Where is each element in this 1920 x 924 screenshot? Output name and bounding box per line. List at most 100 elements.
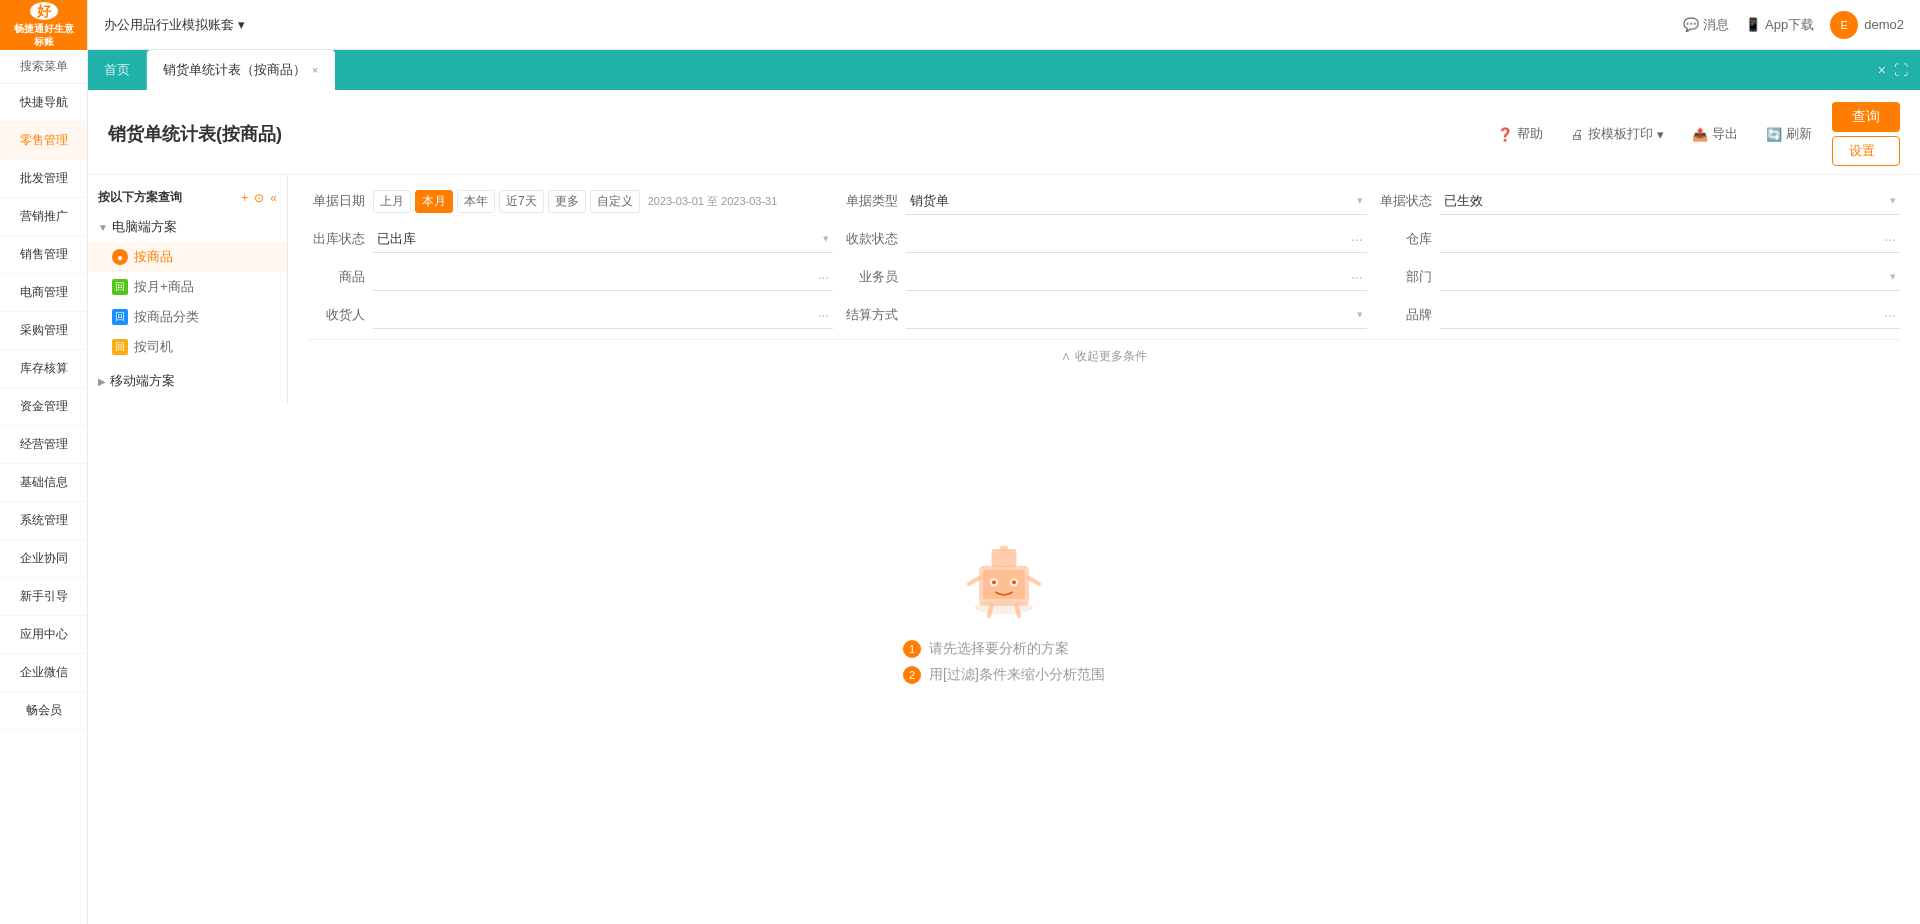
add-scheme-icon[interactable]: + — [241, 191, 248, 205]
refresh-button[interactable]: 🔄 刷新 — [1758, 121, 1820, 147]
collapse-panel-icon[interactable]: « — [270, 191, 277, 205]
main-area: 办公用品行业模拟账套 ▾ 💬 消息 📱 App下载 E demo2 首页 — [88, 0, 1920, 924]
collapse-icon: ∧ — [1061, 349, 1071, 363]
sidebar-item-sales[interactable]: 销售管理 — [0, 236, 87, 274]
filter-row-1: 单据日期 上月 本月 本年 近7天 更多 自定义 2023-03-01 至 20… — [308, 187, 1900, 215]
tab-home[interactable]: 首页 — [88, 50, 147, 90]
settings-button[interactable]: 设置 — [1832, 136, 1900, 166]
scheme-by-month-goods[interactable]: 回 按月+商品 — [88, 272, 287, 302]
message-button[interactable]: 💬 消息 — [1683, 16, 1729, 34]
date-btn-this-month[interactable]: 本月 — [415, 190, 453, 213]
left-panel-header: 按以下方案查询 + ⊙ « — [88, 183, 287, 212]
empty-state-container: 1 请先选择要分析的方案 2 用[过滤]条件来缩小分析范围 — [88, 404, 1920, 804]
marketing-label: 营销推广 — [20, 209, 68, 223]
svg-line-9 — [969, 578, 979, 584]
brand-label: 品牌 — [1375, 306, 1440, 324]
sidebar-item-member[interactable]: 畅会员 — [0, 692, 87, 730]
sidebar-item-basic[interactable]: 基础信息 — [0, 464, 87, 502]
tip1-text: 请先选择要分析的方案 — [929, 640, 1069, 658]
warehouse-control[interactable]: 已出库 ▾ — [373, 225, 833, 253]
storage-control[interactable]: ··· — [1440, 225, 1900, 253]
salesperson-more-icon: ··· — [1351, 269, 1363, 285]
date-btn-last-month[interactable]: 上月 — [373, 190, 411, 213]
sidebar-item-inventory[interactable]: 库存核算 — [0, 350, 87, 388]
print-button[interactable]: 🖨 按模板打印 ▾ — [1563, 121, 1672, 147]
scheme-icon-goods: ● — [112, 249, 128, 265]
settlement-arrow: ▾ — [1357, 308, 1363, 321]
scheme-by-driver[interactable]: 回 按司机 — [88, 332, 287, 362]
scheme-by-goods[interactable]: ● 按商品 — [88, 242, 287, 272]
brand-control[interactable]: ··· — [1440, 301, 1900, 329]
content-area: 销货单统计表(按商品) ❓ 帮助 🖨 按模板打印 ▾ 📤 导出 — [88, 90, 1920, 924]
user-info[interactable]: E demo2 — [1830, 11, 1904, 39]
sidebar-item-guide[interactable]: 新手引导 — [0, 578, 87, 616]
status-control[interactable]: 已生效 ▾ — [1440, 187, 1900, 215]
refresh-label: 刷新 — [1786, 125, 1812, 143]
sidebar-item-operation[interactable]: 经营管理 — [0, 426, 87, 464]
wechat-label: 企业微信 — [20, 665, 68, 679]
sidebar-item-purchase[interactable]: 采购管理 — [0, 312, 87, 350]
sidebar-item-quick-nav[interactable]: 快捷导航 — [0, 84, 87, 122]
export-button[interactable]: 📤 导出 — [1684, 121, 1746, 147]
svg-line-11 — [989, 606, 992, 616]
type-filter-cell: 单据类型 销货单 ▾ — [841, 187, 1366, 215]
sidebar-item-system[interactable]: 系统管理 — [0, 502, 87, 540]
mobile-section[interactable]: ▶ 移动端方案 — [88, 366, 287, 396]
dept-arrow: ▾ — [1890, 270, 1896, 283]
settlement-control[interactable]: ▾ — [906, 301, 1366, 329]
filter-body: 按以下方案查询 + ⊙ « ▼ 电脑端方案 ● — [88, 175, 1920, 404]
logo-sub: 标账 — [34, 35, 54, 48]
sidebar-item-ecom[interactable]: 电商管理 — [0, 274, 87, 312]
type-value: 销货单 — [910, 192, 949, 210]
query-button[interactable]: 查询 — [1832, 102, 1900, 132]
sidebar-item-apps[interactable]: 应用中心 — [0, 616, 87, 654]
goods-control[interactable]: ··· — [373, 263, 833, 291]
company-dropdown-icon: ▾ — [238, 17, 245, 32]
sidebar-item-marketing[interactable]: 营销推广 — [0, 198, 87, 236]
refresh-icon: 🔄 — [1766, 127, 1782, 142]
app-download-button[interactable]: 📱 App下载 — [1745, 16, 1814, 34]
sidebar-item-enterprise[interactable]: 企业协同 — [0, 540, 87, 578]
sidebar-item-retail[interactable]: 零售管理 — [0, 122, 87, 160]
sidebar-item-wechat[interactable]: 企业微信 — [0, 654, 87, 692]
payment-control[interactable]: ··· — [906, 225, 1366, 253]
sidebar-item-finance[interactable]: 资金管理 — [0, 388, 87, 426]
company-selector[interactable]: 办公用品行业模拟账套 ▾ — [104, 16, 245, 34]
desktop-section-header[interactable]: ▼ 电脑端方案 — [88, 212, 287, 242]
maximize-icon[interactable]: ⛶ — [1894, 62, 1908, 78]
edit-scheme-icon[interactable]: ⊙ — [254, 191, 264, 205]
salesperson-label: 业务员 — [841, 268, 906, 286]
tab-close-icon[interactable]: × — [312, 64, 318, 76]
ecom-label: 电商管理 — [20, 285, 68, 299]
date-btn-7days[interactable]: 近7天 — [499, 190, 544, 213]
help-button[interactable]: ❓ 帮助 — [1489, 121, 1551, 147]
receiver-control[interactable]: ··· — [373, 301, 833, 329]
warehouse-filter-cell: 出库状态 已出库 ▾ — [308, 225, 833, 253]
collapse-bar[interactable]: ∧ 收起更多条件 — [308, 339, 1900, 373]
logo-icon: 好 — [30, 2, 58, 20]
dept-control[interactable]: ▾ — [1440, 263, 1900, 291]
page-title: 销货单统计表(按商品) — [108, 122, 282, 146]
salesperson-control[interactable]: ··· — [906, 263, 1366, 291]
topbar-left: 办公用品行业模拟账套 ▾ — [104, 16, 245, 34]
date-btn-more[interactable]: 更多 — [548, 190, 586, 213]
status-arrow: ▾ — [1890, 194, 1896, 207]
sidebar-item-wholesale[interactable]: 批发管理 — [0, 160, 87, 198]
desktop-section-label: 电脑端方案 — [112, 218, 177, 236]
query-label: 查询 — [1852, 108, 1880, 126]
type-control[interactable]: 销货单 ▾ — [906, 187, 1366, 215]
mobile-section-label: 移动端方案 — [110, 372, 175, 390]
tabbar: 首页 销货单统计表（按商品） × × ⛶ — [88, 50, 1920, 90]
scheme-by-category[interactable]: 回 按商品分类 — [88, 302, 287, 332]
date-btn-custom[interactable]: 自定义 — [590, 190, 640, 213]
tab-home-label: 首页 — [104, 61, 130, 79]
search-menu[interactable]: 搜索菜单 — [0, 50, 87, 84]
print-icon: 🖨 — [1571, 127, 1584, 142]
type-label: 单据类型 — [841, 192, 906, 210]
scheme-month-label: 按月+商品 — [134, 278, 194, 296]
warehouse-label: 出库状态 — [308, 230, 373, 248]
empty-tip-1: 1 请先选择要分析的方案 — [903, 640, 1105, 658]
minimize-icon[interactable]: × — [1878, 62, 1886, 78]
tab-sales-stats[interactable]: 销货单统计表（按商品） × — [147, 50, 335, 90]
date-btn-this-year[interactable]: 本年 — [457, 190, 495, 213]
